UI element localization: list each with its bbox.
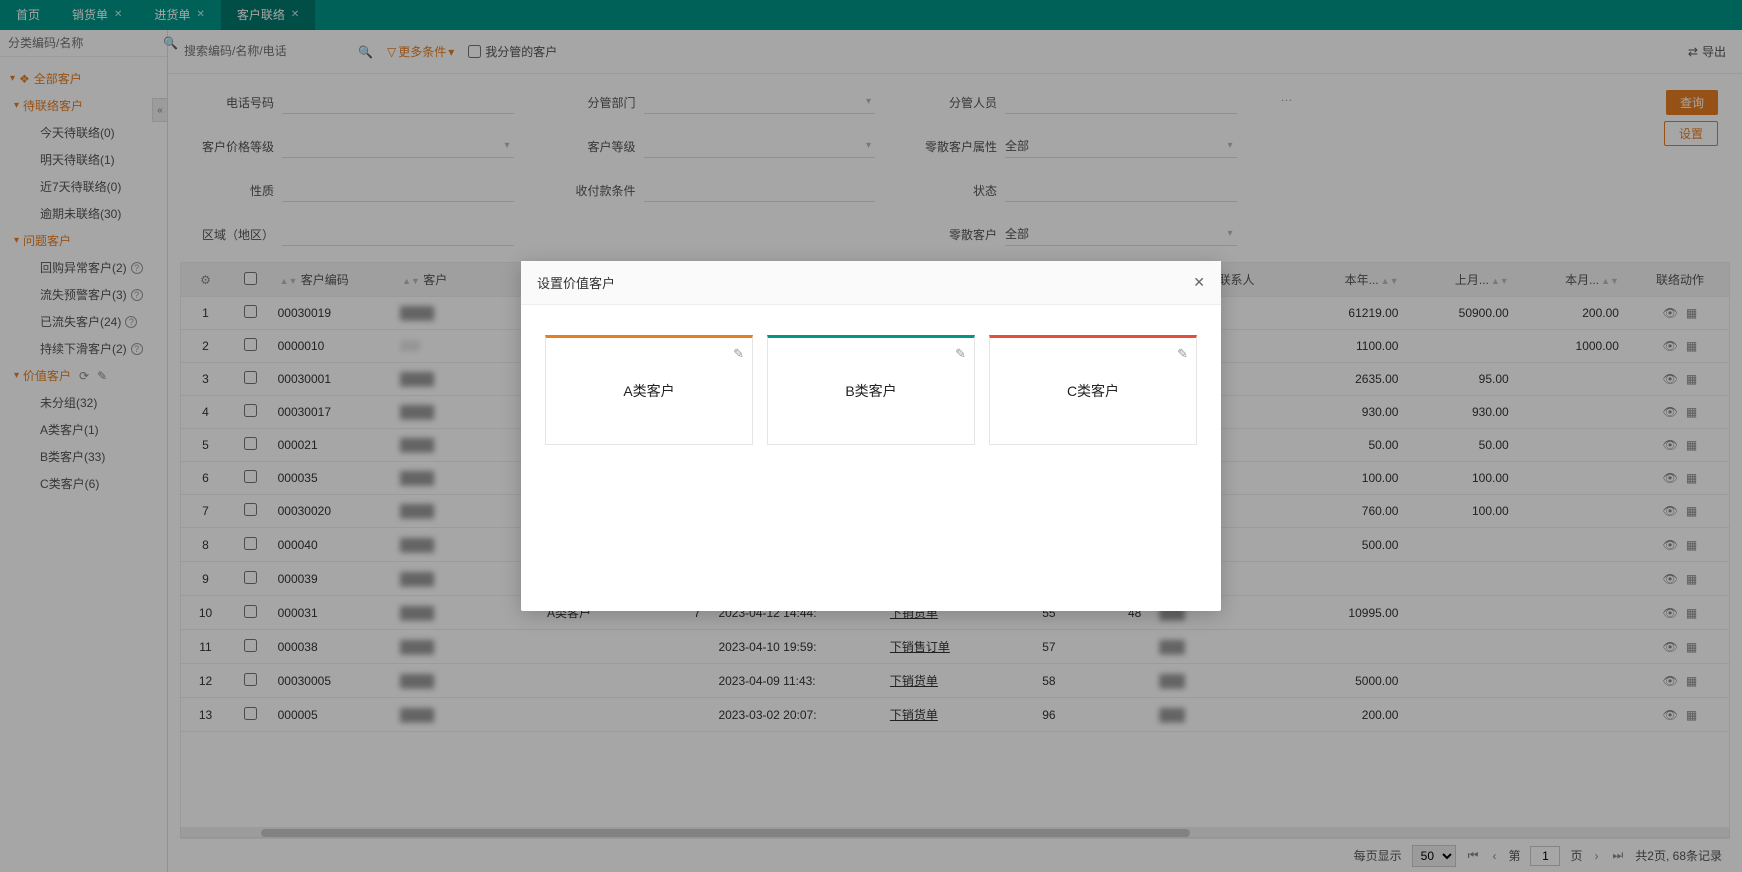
close-icon[interactable]: ✕ <box>1193 274 1205 291</box>
card-c-label: C类客户 <box>1067 381 1119 401</box>
card-a-label: A类客户 <box>623 381 674 401</box>
card-a[interactable]: ✎ A类客户 <box>545 335 753 445</box>
edit-icon[interactable]: ✎ <box>733 346 744 362</box>
modal-title: 设置价值客户 <box>537 273 615 292</box>
modal-header: 设置价值客户 ✕ <box>521 261 1221 305</box>
card-b-label: B类客户 <box>845 381 896 401</box>
value-customer-modal: 设置价值客户 ✕ ✎ A类客户 ✎ B类客户 ✎ C类客户 <box>521 261 1221 611</box>
card-b[interactable]: ✎ B类客户 <box>767 335 975 445</box>
edit-icon[interactable]: ✎ <box>955 346 966 362</box>
card-c[interactable]: ✎ C类客户 <box>989 335 1197 445</box>
edit-icon[interactable]: ✎ <box>1177 346 1188 362</box>
modal-overlay[interactable]: 设置价值客户 ✕ ✎ A类客户 ✎ B类客户 ✎ C类客户 <box>0 0 1742 872</box>
modal-body: ✎ A类客户 ✎ B类客户 ✎ C类客户 <box>521 305 1221 611</box>
